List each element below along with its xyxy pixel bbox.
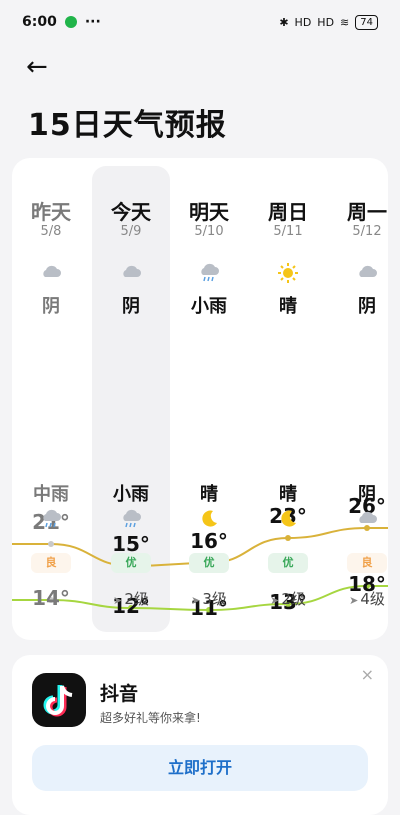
aqi-badge: 优 bbox=[268, 553, 308, 573]
cloud-icon bbox=[328, 262, 388, 284]
day-condition: 晴 bbox=[279, 296, 297, 317]
day-column[interactable]: 明天 5/10 小雨 16° 11° 晴优 ➤ 3级 bbox=[170, 158, 248, 640]
wind-level: ➤ 4级 bbox=[349, 590, 385, 608]
night-condition: 阴 bbox=[358, 484, 376, 505]
app-name: 抖音 bbox=[100, 683, 139, 705]
app-promo-card[interactable]: 抖音 超多好礼等你来拿! × 立即打开 bbox=[12, 655, 388, 815]
aqi-badge: 优 bbox=[111, 553, 151, 573]
day-date: 5/11 bbox=[273, 224, 303, 239]
day-name: 今天 bbox=[111, 200, 151, 224]
low-temp: 14° bbox=[32, 586, 70, 610]
signal-icon: HD bbox=[294, 15, 312, 29]
day-column[interactable]: 周日5/11晴23°13°晴优➤2级 bbox=[249, 158, 327, 640]
forecast-card[interactable]: 昨天5/8阴21°14°中雨良➤今天5/9阴15°12°小雨优➤2级明天5/10… bbox=[12, 158, 388, 640]
rain-cloud-icon bbox=[170, 262, 248, 284]
close-icon[interactable]: × bbox=[361, 665, 374, 684]
sun-icon bbox=[249, 262, 327, 284]
wind-level: ➤ 2级 bbox=[113, 590, 149, 608]
night-condition: 晴 bbox=[200, 484, 218, 505]
wind-direction-icon: ➤ bbox=[191, 594, 201, 607]
open-app-button[interactable]: 立即打开 bbox=[32, 745, 368, 791]
status-bar: 6:00 ··· ✱ HD HD ≋ 74 bbox=[0, 0, 400, 44]
day-name: 明天 bbox=[189, 200, 229, 224]
rain-cloud-icon bbox=[92, 508, 170, 530]
wind-direction-icon: ➤ bbox=[270, 594, 280, 607]
cloud-icon bbox=[328, 508, 388, 530]
status-time: 6:00 bbox=[22, 14, 57, 30]
night-condition: 中雨 bbox=[33, 484, 69, 505]
day-column[interactable]: 周一 5/12 阴 26° 18° 阴良 ➤ 4级 bbox=[328, 158, 388, 640]
notification-icon bbox=[64, 16, 77, 28]
cloud-icon bbox=[12, 262, 90, 284]
page-title: 15日天气预报 bbox=[28, 108, 227, 143]
douyin-logo bbox=[32, 673, 86, 727]
bluetooth-icon: ✱ bbox=[279, 15, 289, 29]
wind-level: ➤ 3级 bbox=[191, 590, 227, 608]
wind-level: ➤ 2级 bbox=[270, 590, 306, 608]
back-button[interactable]: ← bbox=[26, 54, 56, 80]
day-column[interactable]: 昨天5/8阴21°14°中雨良➤ bbox=[12, 158, 90, 640]
aqi-badge: 良 bbox=[31, 553, 71, 573]
high-temp: 16° bbox=[190, 529, 228, 553]
wind-direction-icon: ➤ bbox=[349, 594, 359, 607]
battery-indicator: 74 bbox=[355, 14, 378, 30]
aqi-badge: 良 bbox=[347, 553, 387, 573]
day-condition: 阴 bbox=[42, 296, 60, 317]
rain-cloud-icon bbox=[12, 508, 90, 530]
day-condition: 阴 bbox=[122, 296, 140, 317]
day-date: 5/12 bbox=[352, 224, 382, 239]
day-condition: 阴 bbox=[358, 296, 376, 317]
day-condition: 小雨 bbox=[191, 296, 227, 317]
day-name: 周日 bbox=[268, 200, 308, 224]
cloud-icon bbox=[92, 262, 170, 284]
day-date: 5/9 bbox=[120, 224, 142, 239]
night-condition: 晴 bbox=[279, 484, 297, 505]
day-date: 5/10 bbox=[194, 224, 224, 239]
moon-icon bbox=[249, 508, 327, 530]
wind-direction-icon: ➤ bbox=[113, 594, 123, 607]
moon-icon bbox=[170, 508, 248, 530]
wifi-icon: ≋ bbox=[340, 15, 350, 29]
day-name: 昨天 bbox=[31, 200, 71, 224]
more-notifications-icon: ··· bbox=[84, 14, 101, 30]
app-subtitle: 超多好礼等你来拿! bbox=[100, 711, 201, 725]
day-column[interactable]: 今天 5/9 阴 15° 12° 小雨优 ➤ 2级 bbox=[92, 158, 170, 640]
night-condition: 小雨 bbox=[113, 484, 149, 505]
aqi-badge: 优 bbox=[189, 553, 229, 573]
day-date: 5/8 bbox=[40, 224, 62, 239]
signal-icon-2: HD bbox=[317, 15, 335, 29]
day-name: 周一 bbox=[347, 200, 387, 224]
